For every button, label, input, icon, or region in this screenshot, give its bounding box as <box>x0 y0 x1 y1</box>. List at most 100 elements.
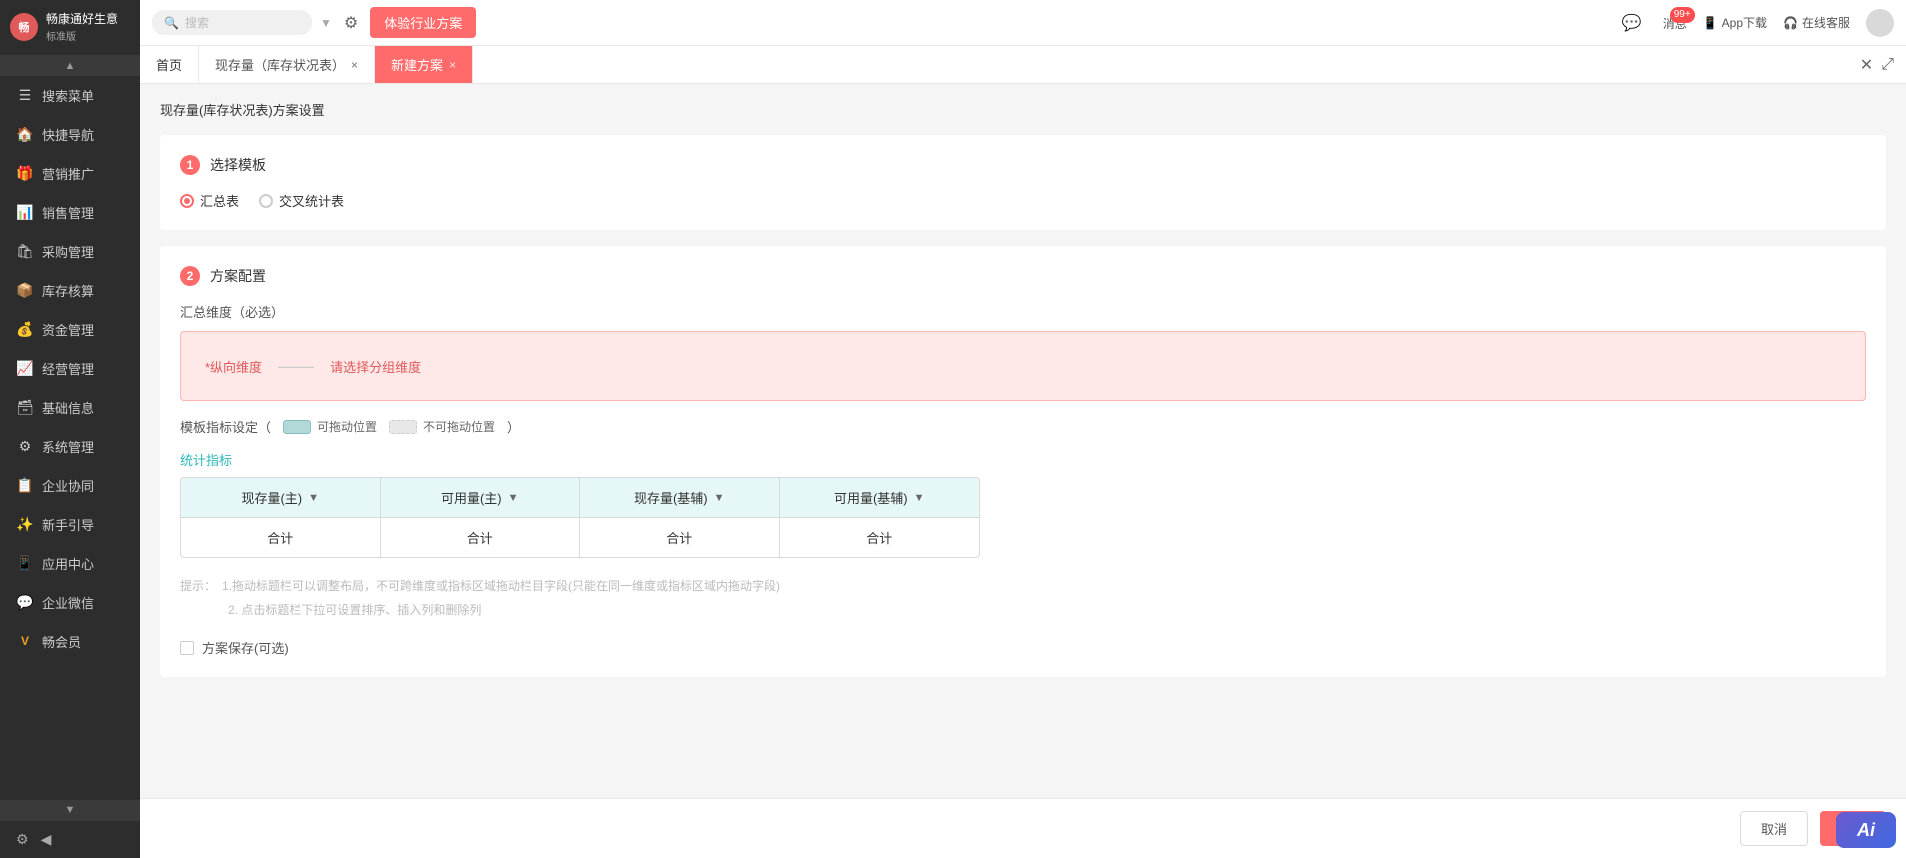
tip-1: 提示： 1.拖动标题栏可以调整布局，不可跨维度或指标区域拖动栏目字段(只能在同一… <box>180 574 1866 598</box>
user-avatar[interactable] <box>1866 9 1894 37</box>
sidebar-item-label: 系统管理 <box>42 437 94 456</box>
brand-logo: 畅 <box>10 13 38 41</box>
tip-2: 2. 点击标题栏下拉可设置排序、插入列和删除列 <box>180 598 1866 622</box>
sidebar-item-label: 采购管理 <box>42 242 94 261</box>
tab-new-plan-label: 新建方案 <box>391 55 443 74</box>
col2-label: 可用量(主) <box>441 488 502 507</box>
operations-icon: 📈 <box>16 359 34 377</box>
sidebar-item-purchase[interactable]: 🛍 采购管理 <box>0 232 140 271</box>
sidebar-item-label: 营销推广 <box>42 164 94 183</box>
col-header-1[interactable]: 现存量(主) ▼ <box>181 478 381 517</box>
tab-home[interactable]: 首页 <box>140 46 199 83</box>
section2-title: 方案配置 <box>210 266 266 286</box>
sidebar-item-label: 畅会员 <box>42 632 81 651</box>
sidebar-item-guide[interactable]: ✨ 新手引导 <box>0 505 140 544</box>
quick-nav-icon: 🏠 <box>16 125 34 143</box>
sidebar-item-label: 资金管理 <box>42 320 94 339</box>
sidebar-item-quick-nav[interactable]: 🏠 快捷导航 <box>0 115 140 154</box>
dimension-label: 汇总维度（必选） <box>180 302 1866 321</box>
sidebar-item-inventory[interactable]: 📦 库存核算 <box>0 271 140 310</box>
main-area: 🔍 搜索 ▼ ⚙ 体验行业方案 💬 99+ 消息 📱 App下载 🎧 在线客服 <box>140 0 1906 858</box>
col1-label: 现存量(主) <box>241 488 302 507</box>
trial-button[interactable]: 体验行业方案 <box>370 7 476 38</box>
section1-title: 选择模板 <box>210 155 266 175</box>
ai-badge[interactable]: Ai <box>1836 812 1896 848</box>
sidebar: 畅 畅康通好生意 标准版 ▲ ☰ 搜索菜单 🏠 快捷导航 🎁 营销推广 📊 销售… <box>0 0 140 858</box>
tab-expand-btn[interactable]: ⤢ <box>1881 56 1894 74</box>
col-header-2[interactable]: 可用量(主) ▼ <box>381 478 581 517</box>
sidebar-item-label: 应用中心 <box>42 554 94 573</box>
finance-icon: 💰 <box>16 320 34 338</box>
sidebar-item-base-info[interactable]: 🗃 基础信息 <box>0 388 140 427</box>
tab-inventory-status[interactable]: 现存量（库存状况表） × <box>199 46 375 83</box>
base-info-icon: 🗃 <box>16 398 34 416</box>
sidebar-footer: ⚙ ◀ <box>0 820 140 858</box>
app-icon: 📱 <box>1703 16 1718 30</box>
page-title: 现存量(库存状况表)方案设置 <box>160 100 1886 119</box>
sidebar-item-label: 搜索菜单 <box>42 86 94 105</box>
sidebar-item-member[interactable]: V 畅会员 <box>0 622 140 661</box>
cell-2: 合计 <box>381 518 581 557</box>
guide-icon: ✨ <box>16 515 34 533</box>
sidebar-item-app-center[interactable]: 📱 应用中心 <box>0 544 140 583</box>
radio-circle-summary <box>180 194 194 208</box>
template-config-label: 模板指标设定（ <box>180 417 271 436</box>
content-area: 现存量(库存状况表)方案设置 1 选择模板 汇总表 交叉统计表 <box>140 84 1906 798</box>
section1-card: 1 选择模板 汇总表 交叉统计表 <box>160 135 1886 230</box>
radio-cross-label: 交叉统计表 <box>279 191 344 210</box>
sidebar-item-operations[interactable]: 📈 经营管理 <box>0 349 140 388</box>
topbar-settings-btn[interactable]: ⚙ <box>340 13 362 33</box>
sidebar-item-sales[interactable]: 📊 销售管理 <box>0 193 140 232</box>
tab-inventory-label: 现存量（库存状况表） <box>215 55 345 74</box>
tab-bar: 首页 现存量（库存状况表） × 新建方案 × ✕ ⤢ <box>140 46 1906 84</box>
legend-draggable-label: 可拖动位置 <box>317 418 377 435</box>
chevron-down-icon: ▼ <box>714 492 725 504</box>
cancel-button[interactable]: 取消 <box>1740 811 1808 846</box>
section2-header: 2 方案配置 <box>180 266 1866 286</box>
sidebar-item-label: 快捷导航 <box>42 125 94 144</box>
sidebar-item-marketing[interactable]: 🎁 营销推广 <box>0 154 140 193</box>
sidebar-item-enterprise[interactable]: 📋 企业协同 <box>0 466 140 505</box>
save-label: 方案保存(可选) <box>202 638 289 657</box>
sidebar-item-system[interactable]: ⚙ 系统管理 <box>0 427 140 466</box>
sidebar-scroll-down[interactable]: ▼ <box>0 800 140 820</box>
radio-cross[interactable]: 交叉统计表 <box>259 191 344 210</box>
template-config-close: ） <box>507 417 520 436</box>
tab-inventory-close[interactable]: × <box>351 58 358 72</box>
sidebar-item-wechat[interactable]: 💬 企业微信 <box>0 583 140 622</box>
collapse-footer-btn[interactable]: ◀ <box>41 831 52 848</box>
online-service-btn[interactable]: 🎧 在线客服 <box>1783 14 1850 31</box>
dropdown-arrow: ▼ <box>320 16 332 30</box>
dimension-area[interactable]: *纵向维度 —— 请选择分组维度 <box>180 331 1866 401</box>
cell-1: 合计 <box>181 518 381 557</box>
topbar-search[interactable]: 🔍 搜索 <box>152 10 312 35</box>
settings-footer-btn[interactable]: ⚙ <box>16 831 29 848</box>
chevron-down-icon: ▼ <box>308 492 319 504</box>
section1-header: 1 选择模板 <box>180 155 1866 175</box>
col-header-4[interactable]: 可用量(基辅) ▼ <box>780 478 980 517</box>
cell-3: 合计 <box>580 518 780 557</box>
legend-non-draggable-label: 不可拖动位置 <box>423 418 495 435</box>
brand-version: 标准版 <box>46 28 118 43</box>
tab-close-btn[interactable]: ✕ <box>1860 55 1873 75</box>
sidebar-item-label: 企业微信 <box>42 593 94 612</box>
radio-summary[interactable]: 汇总表 <box>180 191 239 210</box>
radio-summary-label: 汇总表 <box>200 191 239 210</box>
sidebar-item-label: 新手引导 <box>42 515 94 534</box>
app-download-btn[interactable]: 📱 App下载 <box>1703 14 1767 31</box>
search-menu-icon: ☰ <box>16 86 34 104</box>
stats-table-header: 现存量(主) ▼ 可用量(主) ▼ 现存量(基辅) ▼ <box>181 478 979 517</box>
radio-circle-cross <box>259 194 273 208</box>
sidebar-item-label: 企业协同 <box>42 476 94 495</box>
topbar-dropdown[interactable]: ▼ <box>320 16 332 30</box>
sidebar-scroll-up[interactable]: ▲ <box>0 56 140 76</box>
tab-new-plan-close[interactable]: × <box>449 58 456 72</box>
sidebar-item-finance[interactable]: 💰 资金管理 <box>0 310 140 349</box>
save-checkbox[interactable] <box>180 641 194 655</box>
sidebar-item-search-menu[interactable]: ☰ 搜索菜单 <box>0 76 140 115</box>
topbar: 🔍 搜索 ▼ ⚙ 体验行业方案 💬 99+ 消息 📱 App下载 🎧 在线客服 <box>140 0 1906 46</box>
tab-new-plan[interactable]: 新建方案 × <box>375 46 473 83</box>
legend-draggable: 可拖动位置 <box>283 418 377 435</box>
col-header-3[interactable]: 现存量(基辅) ▼ <box>580 478 780 517</box>
message-btn[interactable]: 💬 99+ 消息 <box>1621 13 1686 33</box>
